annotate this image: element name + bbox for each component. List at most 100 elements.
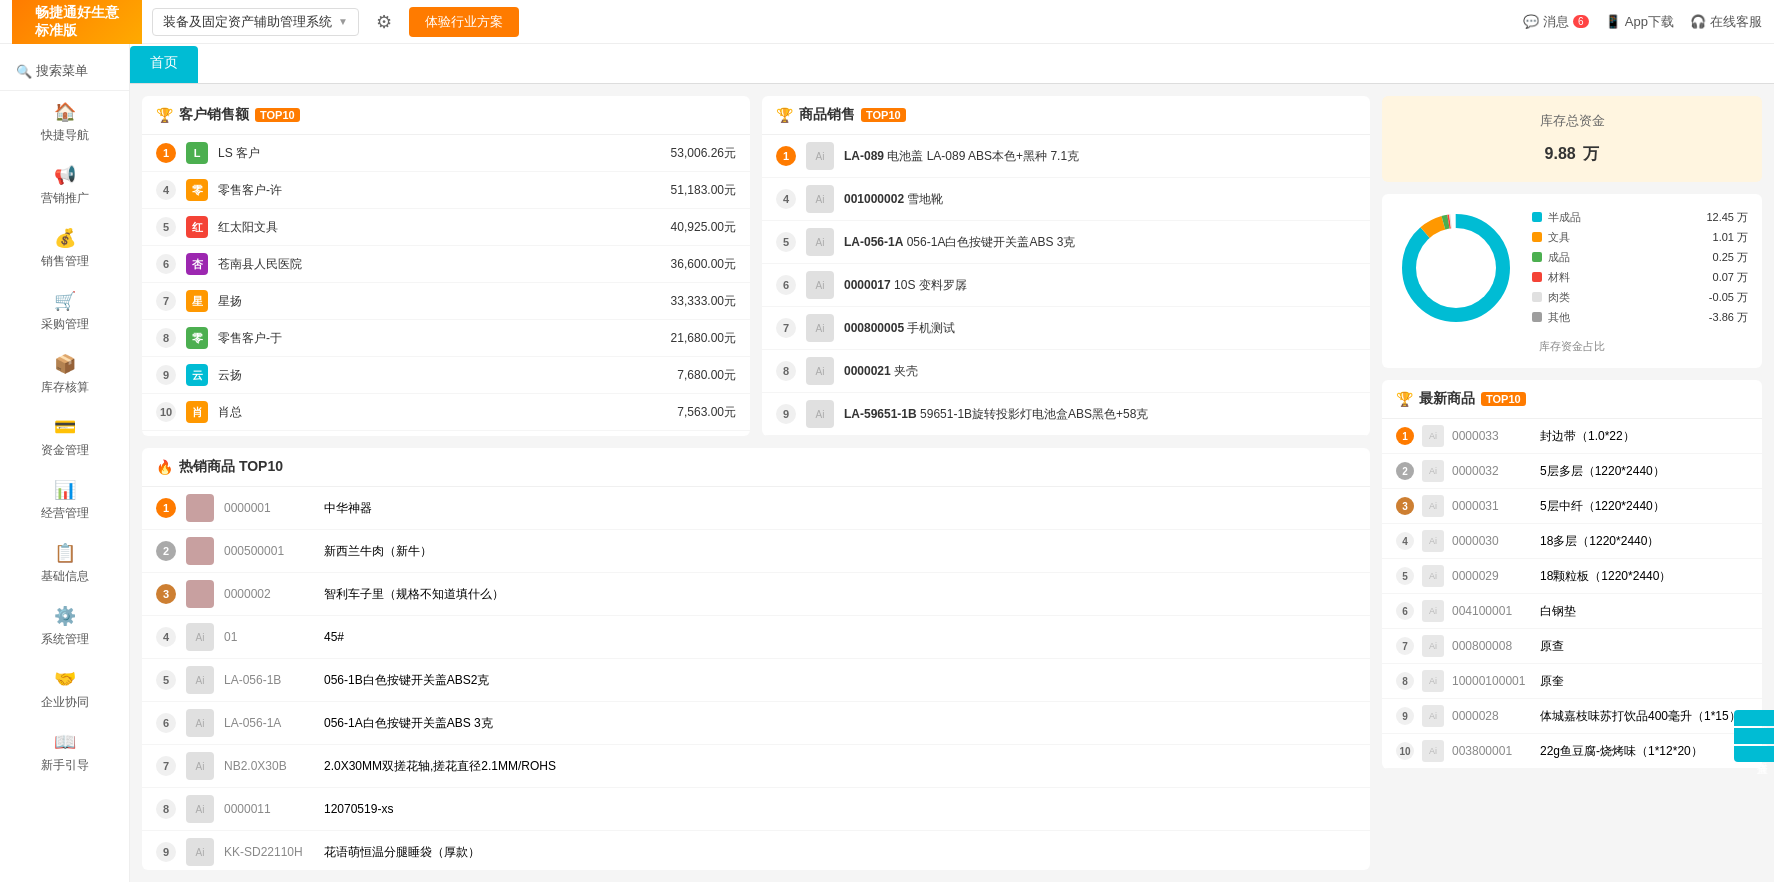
customer-amount: 53,006.26元	[671, 145, 736, 162]
list-item: 7 星 星扬 33,333.00元	[142, 283, 750, 320]
trophy-icon-2: 🏆	[776, 107, 793, 123]
sidebar-item-新手引导[interactable]: 📖新手引导	[0, 721, 129, 784]
sidebar-item-快捷导航[interactable]: 🏠快捷导航	[0, 91, 129, 154]
product-top10-card: 🏆 商品销售 TOP10 1 Ai LA-089 电池盖 LA-089 ABS本…	[762, 96, 1370, 436]
customer-name: 肖总	[218, 404, 667, 421]
customer-name: 红太阳文具	[218, 219, 661, 236]
product-list: 1 Ai LA-089 电池盖 LA-089 ABS本色+黑种 7.1克 4 A…	[762, 135, 1370, 436]
app-download-button[interactable]: 📱 App下载	[1605, 13, 1674, 31]
sidebar-item-label: 库存核算	[41, 379, 89, 396]
list-item: 9 Ai LA-59651-1B 59651-1B旋转投影灯电池盒ABS黑色+5…	[762, 393, 1370, 436]
customer-top10-card: 🏆 客户销售额 TOP10 1 L LS 客户 53,006.26元 4 零 零…	[142, 96, 750, 436]
hot-icon: 🔥	[156, 459, 173, 475]
customer-name: 云扬	[218, 367, 667, 384]
sidebar-item-label: 采购管理	[41, 316, 89, 333]
sidebar-icon: ⚙️	[54, 605, 76, 627]
search-menu-item[interactable]: 🔍 搜索菜单	[0, 52, 129, 91]
product-name: 5层中纤（1220*2440）	[1540, 498, 1665, 515]
rank-number: 4	[776, 189, 796, 209]
list-item: 2 000500001 新西兰牛肉（新牛）	[142, 530, 1370, 573]
sidebar-item-企业协同[interactable]: 🤝企业协同	[0, 658, 129, 721]
list-item: 5 Ai 0000029 18颗粒板（1220*2440）	[1382, 559, 1762, 594]
list-item: 6 杏 苍南县人民医院 36,600.00元	[142, 246, 750, 283]
rank-number: 5	[156, 670, 176, 690]
product-name: 22g鱼豆腐-烧烤味（1*12*20）	[1540, 743, 1703, 760]
product-code: LA-056-1A	[224, 716, 314, 730]
sidebar-item-系统管理[interactable]: ⚙️系统管理	[0, 595, 129, 658]
product-code: 0000011	[224, 802, 314, 816]
latest-products-card: 🏆 最新商品 TOP10 1 Ai 0000033 封边带（1.0*22） 2 …	[1382, 380, 1762, 769]
rank-number: 5	[1396, 567, 1414, 585]
live-button[interactable]: 直播	[1734, 746, 1774, 762]
rank-number: 1	[156, 143, 176, 163]
product-name: 45#	[324, 630, 344, 644]
sidebar-item-基础信息[interactable]: 📋基础信息	[0, 532, 129, 595]
settings-button[interactable]: ⚙	[369, 7, 399, 37]
product-code: 10000100001	[1452, 674, 1532, 688]
legend-item: 材料 0.07 万	[1532, 270, 1748, 285]
tab-home[interactable]: 首页	[130, 46, 198, 83]
customer-amount: 33,333.00元	[671, 293, 736, 310]
sidebar-item-label: 营销推广	[41, 190, 89, 207]
legend-list: 半成品 12.45 万 文具 1.01 万 成品 0.25 万 材料 0.07 …	[1532, 210, 1748, 330]
sidebar-item-营销推广[interactable]: 📢营销推广	[0, 154, 129, 217]
message-button[interactable]: 💬 消息 6	[1523, 13, 1589, 31]
product-image	[186, 537, 214, 565]
hot-sales-card: 🔥 热销商品 TOP10 1 0000001 中华神器 2 000500001 …	[142, 448, 1370, 870]
list-item: 1 0000001 中华神器	[142, 487, 1370, 530]
customer-amount: 21,680.00元	[671, 330, 736, 347]
latest-card-header: 🏆 最新商品 TOP10	[1382, 380, 1762, 419]
sidebar-item-采购管理[interactable]: 🛒采购管理	[0, 280, 129, 343]
rank-number: 8	[776, 361, 796, 381]
trial-button[interactable]: 体验行业方案	[409, 7, 519, 37]
product-card-title: 商品销售	[799, 106, 855, 124]
rank-number: 9	[156, 365, 176, 385]
list-item: 6 Ai 0000017 10S 变料罗孱	[762, 264, 1370, 307]
rank-number: 1	[776, 146, 796, 166]
list-item: 4 Ai 01 45#	[142, 616, 1370, 659]
product-image	[186, 580, 214, 608]
rank-number: 6	[156, 254, 176, 274]
sidebar-icon: 📦	[54, 353, 76, 375]
list-item: 7 Ai 000800008 原查	[1382, 629, 1762, 664]
sidebar-icon: 📊	[54, 479, 76, 501]
product-name: 056-1B白色按键开关盖ABS2克	[324, 672, 489, 689]
rank-number: 10	[156, 402, 176, 422]
legend-label: 其他	[1548, 310, 1570, 325]
product-image: Ai	[1422, 530, 1444, 552]
inventory-column: 库存总资金 9.88 万	[1382, 96, 1762, 870]
sidebar-item-库存核算[interactable]: 📦 库存核算	[0, 343, 129, 406]
avatar: 杏	[186, 253, 208, 275]
product-code: 000800008	[1452, 639, 1532, 653]
list-item: 4 Ai 0000030 18多层（1220*2440）	[1382, 524, 1762, 559]
sidebar: 🔍 搜索菜单 🏠快捷导航📢营销推广💰销售管理🛒采购管理 📦 库存核算 💳资金管理📊经营…	[0, 44, 130, 882]
product-image: Ai	[806, 228, 834, 256]
list-item: 4 Ai 001000002 雪地靴	[762, 178, 1370, 221]
inventory-chart-label: 库存资金占比	[1396, 339, 1748, 354]
customer-name: 零售客户-许	[218, 182, 661, 199]
avatar: 云	[186, 364, 208, 386]
sidebar-item-经营管理[interactable]: 📊经营管理	[0, 469, 129, 532]
customer-name: 星扬	[218, 293, 661, 310]
product-info: LA-056-1A 056-1A白色按键开关盖ABS 3克	[844, 234, 1356, 251]
sidebar-item-资金管理[interactable]: 💳资金管理	[0, 406, 129, 469]
sidebar-item-销售管理[interactable]: 💰销售管理	[0, 217, 129, 280]
legend-label: 半成品	[1548, 210, 1581, 225]
online-service-button[interactable]: 🎧 在线客服	[1690, 13, 1762, 31]
legend-value: -0.05 万	[1709, 290, 1748, 305]
legend-label: 成品	[1548, 250, 1570, 265]
product-image: Ai	[186, 623, 214, 651]
rank-number: 1	[1396, 427, 1414, 445]
customer-service-button[interactable]: 客服热线	[1734, 710, 1774, 726]
customer-card-title: 客户销售额	[179, 106, 249, 124]
rank-number: 8	[156, 799, 176, 819]
latest-top10-badge: TOP10	[1481, 392, 1526, 406]
latest-card-title: 最新商品	[1419, 390, 1475, 408]
system-selector[interactable]: 装备及固定资产辅助管理系统 ▼	[152, 8, 359, 36]
product-name: 体城嘉枝味苏打饮品400毫升（1*15）	[1540, 708, 1741, 725]
list-item: 9 Ai KK-SD22110H 花语萌恒温分腿睡袋（厚款）	[142, 831, 1370, 870]
community-button[interactable]: 服务社区	[1734, 728, 1774, 744]
app-download-label: App下载	[1625, 13, 1674, 31]
list-item: 5 Ai LA-056-1B 056-1B白色按键开关盖ABS2克	[142, 659, 1370, 702]
legend-value: 0.25 万	[1713, 250, 1748, 265]
